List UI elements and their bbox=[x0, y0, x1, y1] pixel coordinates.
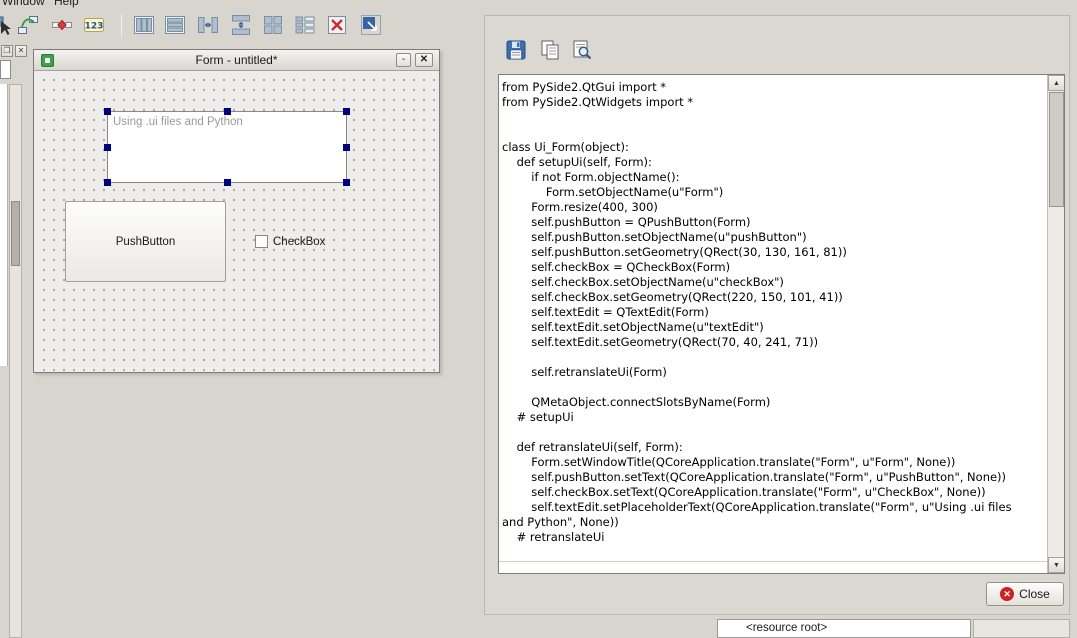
textedit-widget[interactable]: Using .ui files and Python bbox=[107, 111, 347, 183]
edit-widgets-icon[interactable] bbox=[0, 13, 15, 37]
designer-form-window: Form - untitled* - ✕ Using .ui files and… bbox=[33, 49, 440, 373]
close-button-label: Close bbox=[1019, 587, 1050, 601]
checkbox-indicator[interactable] bbox=[255, 235, 268, 248]
textedit-placeholder: Using .ui files and Python bbox=[113, 116, 243, 128]
code-line: self.retranslateUi(Form) bbox=[502, 365, 1047, 380]
selection-handle[interactable] bbox=[224, 179, 231, 186]
code-textarea[interactable]: from PySide2.QtGui import *from PySide2.… bbox=[498, 74, 1065, 574]
widgetbox-filter-input[interactable] bbox=[0, 60, 11, 79]
svg-text:123: 123 bbox=[85, 22, 104, 32]
scrollbar-thumb[interactable] bbox=[11, 201, 20, 266]
break-layout-icon[interactable] bbox=[325, 13, 349, 37]
code-line bbox=[502, 110, 1047, 125]
resource-panel-fragment bbox=[973, 619, 1070, 638]
code-line: QMetaObject.connectSlotsByName(Form) bbox=[502, 395, 1047, 410]
main-toolbar: 123 bbox=[0, 10, 484, 44]
scroll-up-icon[interactable]: ▲ bbox=[1048, 75, 1065, 91]
layout-form-icon[interactable] bbox=[293, 13, 317, 37]
code-line: self.checkBox.setGeometry(QRect(220, 150… bbox=[502, 290, 1047, 305]
pushbutton-widget[interactable]: PushButton bbox=[65, 201, 226, 282]
widgetbox-scrollbar[interactable] bbox=[9, 84, 22, 638]
layout-grid-icon[interactable] bbox=[261, 13, 285, 37]
checkbox-label: CheckBox bbox=[273, 236, 325, 248]
close-circle-icon: ✕ bbox=[1000, 587, 1014, 601]
code-line: from PySide2.QtGui import * bbox=[502, 80, 1047, 95]
code-line: self.checkBox = QCheckBox(Form) bbox=[502, 260, 1047, 275]
selection-handle[interactable] bbox=[343, 179, 350, 186]
scrollbar-thumb[interactable] bbox=[1049, 92, 1064, 207]
menu-window[interactable]: Window bbox=[2, 0, 45, 8]
code-line: self.checkBox.setText(QCoreApplication.t… bbox=[502, 485, 1047, 500]
layout-vertical-icon[interactable] bbox=[163, 13, 187, 37]
checkbox-widget[interactable]: CheckBox bbox=[255, 221, 356, 262]
form-canvas[interactable]: Using .ui files and Python PushButton Ch… bbox=[35, 71, 439, 372]
code-line: Form.resize(400, 300) bbox=[502, 200, 1047, 215]
code-line: self.pushButton.setObjectName(u"pushButt… bbox=[502, 230, 1047, 245]
code-content: from PySide2.QtGui import *from PySide2.… bbox=[499, 75, 1047, 563]
form-window-title: Form - untitled* bbox=[34, 53, 439, 67]
code-line: def setupUi(self, Form): bbox=[502, 155, 1047, 170]
toolbar-separator bbox=[121, 14, 122, 37]
edit-buddies-icon[interactable] bbox=[50, 13, 74, 37]
selection-handle[interactable] bbox=[104, 108, 111, 115]
code-line bbox=[502, 350, 1047, 365]
dock-close-icon[interactable]: ✕ bbox=[15, 45, 27, 57]
layout-vertical-splitter-icon[interactable] bbox=[229, 13, 253, 37]
selection-handle[interactable] bbox=[224, 108, 231, 115]
code-line: from PySide2.QtWidgets import * bbox=[502, 95, 1047, 110]
code-line: Form.setWindowTitle(QCoreApplication.tra… bbox=[502, 455, 1047, 470]
code-line: def retranslateUi(self, Form): bbox=[502, 440, 1047, 455]
menu-help[interactable]: Help bbox=[54, 0, 79, 8]
widgetbox-panel bbox=[0, 84, 8, 366]
adjust-size-icon[interactable] bbox=[359, 13, 383, 37]
code-line: if not Form.objectName(): bbox=[502, 170, 1047, 185]
code-line: # setupUi bbox=[502, 410, 1047, 425]
code-line bbox=[502, 380, 1047, 395]
code-line: self.textEdit.setObjectName(u"textEdit") bbox=[502, 320, 1047, 335]
close-button[interactable]: ✕ bbox=[415, 53, 433, 67]
code-line: self.pushButton.setGeometry(QRect(30, 13… bbox=[502, 245, 1047, 260]
close-dialog-button[interactable]: ✕ Close bbox=[986, 582, 1064, 606]
code-line: self.pushButton = QPushButton(Form) bbox=[502, 215, 1047, 230]
form-window-titlebar[interactable]: Form - untitled* - ✕ bbox=[34, 50, 439, 71]
edit-tab-order-icon[interactable]: 123 bbox=[82, 13, 106, 37]
selection-handle[interactable] bbox=[104, 179, 111, 186]
code-line: self.pushButton.setText(QCoreApplication… bbox=[502, 470, 1047, 485]
code-line: self.textEdit.setGeometry(QRect(70, 40, … bbox=[502, 335, 1047, 350]
code-line: self.textEdit = QTextEdit(Form) bbox=[502, 305, 1047, 320]
resource-root-item[interactable]: <resource root> bbox=[717, 619, 971, 638]
selection-handle[interactable] bbox=[104, 144, 111, 151]
menubar: Window Help bbox=[0, 0, 1077, 9]
find-icon[interactable] bbox=[570, 38, 594, 62]
dock-float-icon[interactable]: ❐ bbox=[1, 45, 13, 57]
copy-icon[interactable] bbox=[538, 38, 562, 62]
code-line: self.checkBox.setObjectName(u"checkBox") bbox=[502, 275, 1047, 290]
code-line: # retranslateUi bbox=[502, 530, 1047, 545]
scroll-down-icon[interactable]: ▼ bbox=[1048, 557, 1065, 573]
minimize-button[interactable]: - bbox=[396, 53, 411, 67]
selection-handle[interactable] bbox=[343, 144, 350, 151]
save-icon[interactable] bbox=[504, 38, 528, 62]
layout-horizontal-splitter-icon[interactable] bbox=[196, 13, 220, 37]
code-preview-dialog: from PySide2.QtGui import *from PySide2.… bbox=[484, 15, 1070, 615]
scroll-corner-divider bbox=[499, 561, 1049, 562]
code-line: and Python", None)) bbox=[502, 515, 1047, 530]
code-line: class Ui_Form(object): bbox=[502, 140, 1047, 155]
code-line bbox=[502, 125, 1047, 140]
code-line: Form.setObjectName(u"Form") bbox=[502, 185, 1047, 200]
code-vertical-scrollbar[interactable]: ▲ ▼ bbox=[1047, 75, 1064, 573]
edit-signals-slots-icon[interactable] bbox=[16, 13, 40, 37]
selection-handle[interactable] bbox=[343, 108, 350, 115]
code-line: self.textEdit.setPlaceholderText(QCoreAp… bbox=[502, 500, 1047, 515]
layout-horizontal-icon[interactable] bbox=[132, 13, 156, 37]
code-line bbox=[502, 425, 1047, 440]
